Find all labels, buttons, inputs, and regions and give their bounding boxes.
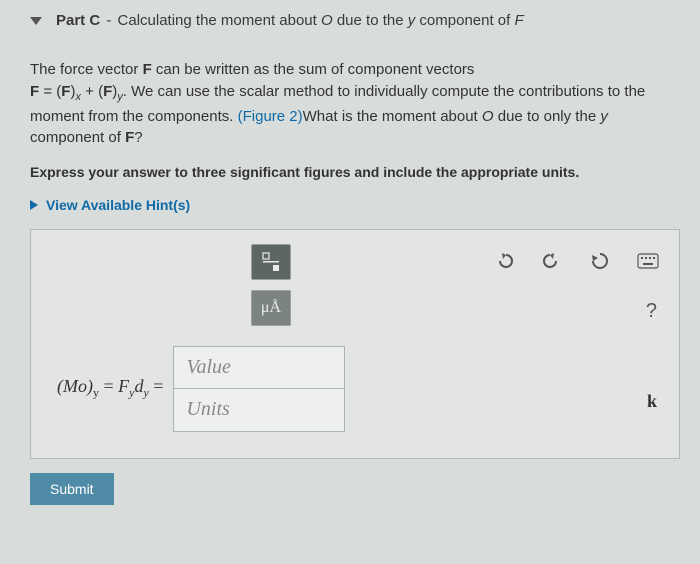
format-toolbar: [251, 244, 291, 280]
submit-button[interactable]: Submit: [30, 473, 114, 505]
caret-right-icon: [30, 200, 38, 210]
value-input[interactable]: Value: [174, 347, 344, 389]
units-input[interactable]: Units: [174, 389, 344, 431]
redo-button[interactable]: [539, 248, 565, 274]
hints-label: View Available Hint(s): [46, 197, 190, 213]
redo-icon: [542, 251, 562, 271]
equation-row: (Mo)y = Fydy = Value Units: [57, 346, 345, 432]
equation-lhs: (Mo)y = Fydy =: [57, 376, 163, 401]
help-button[interactable]: ?: [646, 300, 657, 323]
answer-fraction: Value Units: [173, 346, 345, 432]
fraction-icon: [260, 251, 282, 273]
problem-text: The force vector F can be written as the…: [30, 59, 680, 149]
figure-link[interactable]: (Figure 2): [238, 108, 303, 125]
units-icon: μÅ: [261, 299, 281, 317]
answer-instruction: Express your answer to three significant…: [30, 163, 680, 183]
caret-down-icon: [30, 17, 42, 25]
undo-button[interactable]: [491, 248, 517, 274]
reset-icon: [590, 251, 610, 271]
fraction-template-button[interactable]: [251, 244, 291, 280]
unit-vector-k: k: [647, 391, 657, 412]
view-hints-toggle[interactable]: View Available Hint(s): [30, 197, 680, 213]
units-toolbar: μÅ: [251, 290, 291, 326]
keyboard-button[interactable]: [635, 248, 661, 274]
reset-button[interactable]: [587, 248, 613, 274]
action-toolbar: [491, 248, 661, 274]
undo-icon: [494, 251, 514, 271]
units-picker-button[interactable]: μÅ: [251, 290, 291, 326]
keyboard-icon: [637, 253, 659, 269]
part-title: Part C - Calculating the moment about O …: [56, 12, 524, 29]
part-header[interactable]: Part C - Calculating the moment about O …: [30, 12, 680, 29]
answer-panel: μÅ ? (Mo)y = Fydy = Value Units k: [30, 229, 680, 459]
